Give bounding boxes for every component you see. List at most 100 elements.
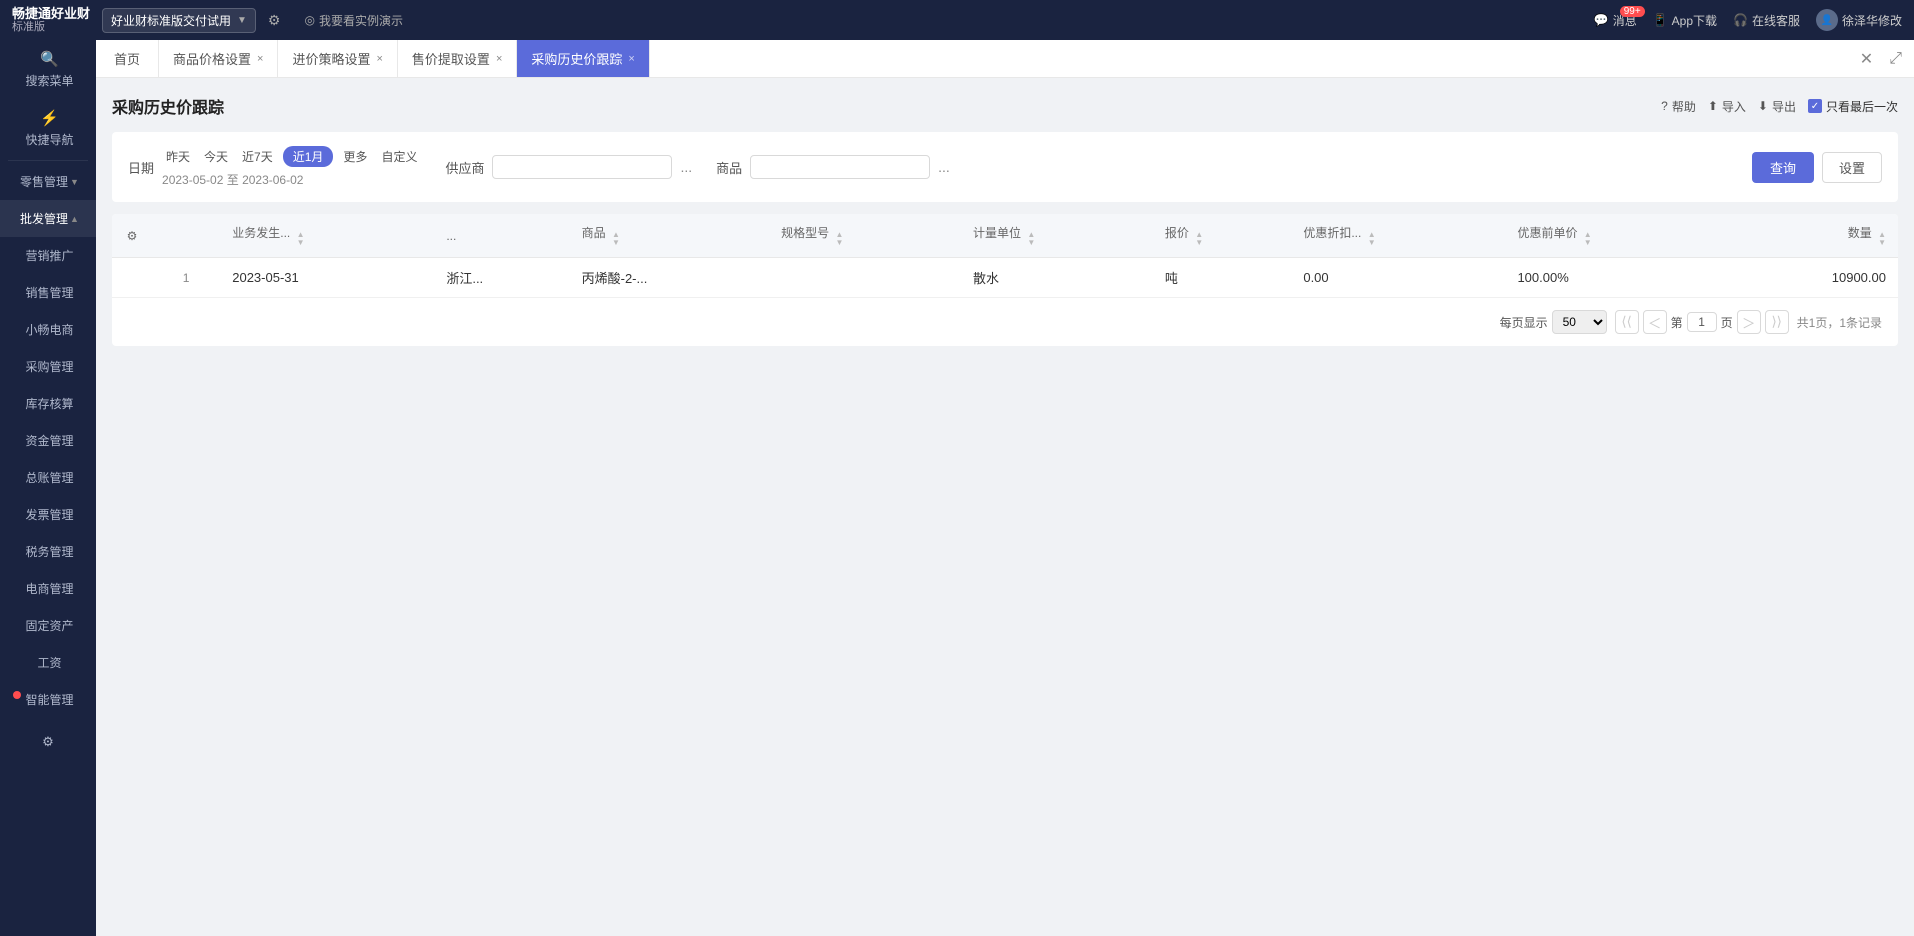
export-button[interactable]: ⬇ 导出 — [1758, 98, 1796, 115]
settings-button[interactable]: 设置 — [1822, 152, 1882, 183]
th-pre-discount[interactable]: 优惠前单价 ▲▼ — [1505, 214, 1724, 258]
tab-close-history-price[interactable]: × — [628, 53, 634, 65]
filter-actions: 查询 设置 — [1752, 152, 1882, 183]
th-quantity[interactable]: 数量 ▲▼ — [1724, 214, 1898, 258]
date-btn-custom[interactable]: 自定义 — [377, 146, 421, 167]
tab-strategy[interactable]: 进价策略设置 × — [278, 40, 397, 77]
date-btn-more[interactable]: 更多 — [339, 146, 371, 167]
td-unit: 散水 — [961, 258, 1153, 298]
sidebar-item-inventory[interactable]: 库存核算 — [0, 385, 96, 422]
sidebar-item-accounting[interactable]: 总账管理 — [0, 459, 96, 496]
sidebar-item-salary[interactable]: 工资 — [0, 644, 96, 681]
date-btn-1month[interactable]: 近1月 — [283, 146, 334, 167]
sidebar-item-tax[interactable]: 税务管理 — [0, 533, 96, 570]
th-dots[interactable]: ... — [434, 214, 569, 258]
sidebar-bottom-gear[interactable]: ⚙ — [0, 726, 96, 758]
date-btn-today[interactable]: 今天 — [200, 146, 232, 167]
sort-icon: ▲▼ — [1027, 231, 1035, 247]
td-supplier: 浙江... — [434, 258, 569, 298]
sidebar-item-wholesale[interactable]: 批发管理 ▲ — [0, 200, 96, 237]
topbar-right: 💬 消息 99+ 📱 App下载 🎧 在线客服 👤 徐泽华修改 — [1594, 9, 1902, 31]
th-seq — [152, 214, 220, 258]
page-title: 采购历史价跟踪 — [112, 94, 224, 118]
tab-close-sale-price[interactable]: × — [496, 53, 502, 65]
chevron-up-icon: ▲ — [70, 214, 79, 224]
main-layout: 🔍 搜索菜单 ⚡ 快捷导航 零售管理 ▼ 批发管理 ▲ 营销推广 销售管理 小畅… — [0, 40, 1914, 936]
import-icon: ⬆ — [1708, 99, 1718, 113]
total-info: 共1页，1条记录 — [1797, 314, 1882, 331]
date-btn-yesterday[interactable]: 昨天 — [162, 146, 194, 167]
close-tab-icon[interactable]: ✕ — [1856, 45, 1877, 73]
current-page-input[interactable]: 1 — [1687, 312, 1717, 332]
sort-icon: ▲▼ — [1584, 231, 1592, 247]
page-size-select[interactable]: 20 50 100 — [1552, 310, 1607, 334]
settings-icon[interactable]: ⚙ — [268, 12, 281, 29]
tab-history-price[interactable]: 采购历史价跟踪 × — [517, 40, 649, 77]
query-button[interactable]: 查询 — [1752, 152, 1814, 183]
help-button[interactable]: ? 帮助 — [1661, 98, 1696, 115]
supplier-input[interactable] — [492, 155, 672, 179]
next-page-button[interactable]: ＞ — [1737, 310, 1761, 334]
filter-row: 日期 昨天 今天 近7天 近1月 更多 自定义 2023-05-02 至 202… — [128, 146, 1882, 188]
sidebar-item-invoice[interactable]: 发票管理 — [0, 496, 96, 533]
messages-button[interactable]: 💬 消息 99+ — [1594, 12, 1637, 29]
user-menu[interactable]: 👤 徐泽华修改 — [1816, 9, 1902, 31]
filter-area: 日期 昨天 今天 近7天 近1月 更多 自定义 2023-05-02 至 202… — [112, 132, 1898, 202]
sidebar-item-purchase[interactable]: 采购管理 — [0, 348, 96, 385]
date-filter-wrapper: 昨天 今天 近7天 近1月 更多 自定义 2023-05-02 至 2023-0… — [162, 146, 421, 188]
sidebar-divider — [8, 160, 88, 161]
th-quote[interactable]: 报价 ▲▼ — [1153, 214, 1291, 258]
th-discount[interactable]: 优惠折扣... ▲▼ — [1291, 214, 1505, 258]
td-goods: 丙烯酸-2-... — [570, 258, 770, 298]
tab-home[interactable]: 首页 — [96, 40, 159, 77]
online-service-button[interactable]: 🎧 在线客服 — [1733, 12, 1800, 29]
tab-close-strategy[interactable]: × — [376, 53, 382, 65]
sidebar-item-retail[interactable]: 零售管理 ▼ — [0, 163, 96, 200]
filter-supplier-item: 供应商 ... — [445, 155, 692, 179]
th-gear[interactable]: ⚙ — [112, 214, 152, 258]
prev-page-button[interactable]: ＜ — [1643, 310, 1667, 334]
th-unit[interactable]: 计量单位 ▲▼ — [961, 214, 1153, 258]
gear-icon: ⚙ — [42, 734, 54, 749]
sidebar-item-sales[interactable]: 销售管理 — [0, 274, 96, 311]
first-page-button[interactable]: ⟨⟨ — [1615, 310, 1639, 334]
sidebar-quick-nav[interactable]: ⚡ 快捷导航 — [0, 99, 96, 158]
data-table: ⚙ 业务发生... ▲▼ ... 商品 ▲▼ — [112, 214, 1898, 298]
td-discount: 100.00% — [1505, 258, 1724, 298]
help-icon: ? — [1661, 99, 1668, 113]
td-gear — [112, 258, 152, 298]
tab-right-actions: ✕ ⤢ — [1856, 45, 1914, 73]
sidebar-item-intelligent[interactable]: 智能管理 — [0, 681, 96, 718]
th-goods[interactable]: 商品 ▲▼ — [570, 214, 770, 258]
th-spec[interactable]: 规格型号 ▲▼ — [769, 214, 961, 258]
sort-icon: ▲▼ — [1878, 231, 1886, 247]
sidebar-item-finance[interactable]: 资金管理 — [0, 422, 96, 459]
tab-close-price[interactable]: × — [257, 53, 263, 65]
sidebar-item-ecommerce-small[interactable]: 小畅电商 — [0, 311, 96, 348]
sidebar-search[interactable]: 🔍 搜索菜单 — [0, 40, 96, 99]
date-filter: 昨天 今天 近7天 近1月 更多 自定义 — [162, 146, 421, 167]
page-header: 采购历史价跟踪 ? 帮助 ⬆ 导入 ⬇ 导出 ✓ — [112, 94, 1898, 118]
tab-sale-price[interactable]: 售价提取设置 × — [398, 40, 517, 77]
goods-more-icon[interactable]: ... — [938, 159, 950, 175]
maximize-icon[interactable]: ⤢ — [1885, 46, 1906, 72]
last-only-checkbox[interactable]: ✓ 只看最后一次 — [1808, 98, 1898, 115]
th-date[interactable]: 业务发生... ▲▼ — [220, 214, 434, 258]
td-price-unit: 吨 — [1153, 258, 1291, 298]
sidebar-item-marketing[interactable]: 营销推广 — [0, 237, 96, 274]
version-selector[interactable]: 好业财标准版交付试用 ▼ — [102, 8, 256, 33]
sidebar-item-fixed-assets[interactable]: 固定资产 — [0, 607, 96, 644]
tab-price[interactable]: 商品价格设置 × — [159, 40, 278, 77]
app-download-button[interactable]: 📱 App下载 — [1653, 12, 1717, 29]
tab-bar: 首页 商品价格设置 × 进价策略设置 × 售价提取设置 × 采购历史价跟踪 × … — [96, 40, 1914, 78]
supplier-more-icon[interactable]: ... — [680, 159, 692, 175]
app-logo: 畅捷通好业财 标准版 — [12, 6, 102, 35]
import-button[interactable]: ⬆ 导入 — [1708, 98, 1746, 115]
sidebar-item-ecommerce[interactable]: 电商管理 — [0, 570, 96, 607]
demo-link[interactable]: ◎ 我要看实例演示 — [304, 12, 403, 29]
td-date: 2023-05-31 — [220, 258, 434, 298]
goods-input[interactable] — [750, 155, 930, 179]
date-btn-7days[interactable]: 近7天 — [238, 146, 277, 167]
sort-icon: ▲▼ — [836, 231, 844, 247]
last-page-button[interactable]: ⟩⟩ — [1765, 310, 1789, 334]
